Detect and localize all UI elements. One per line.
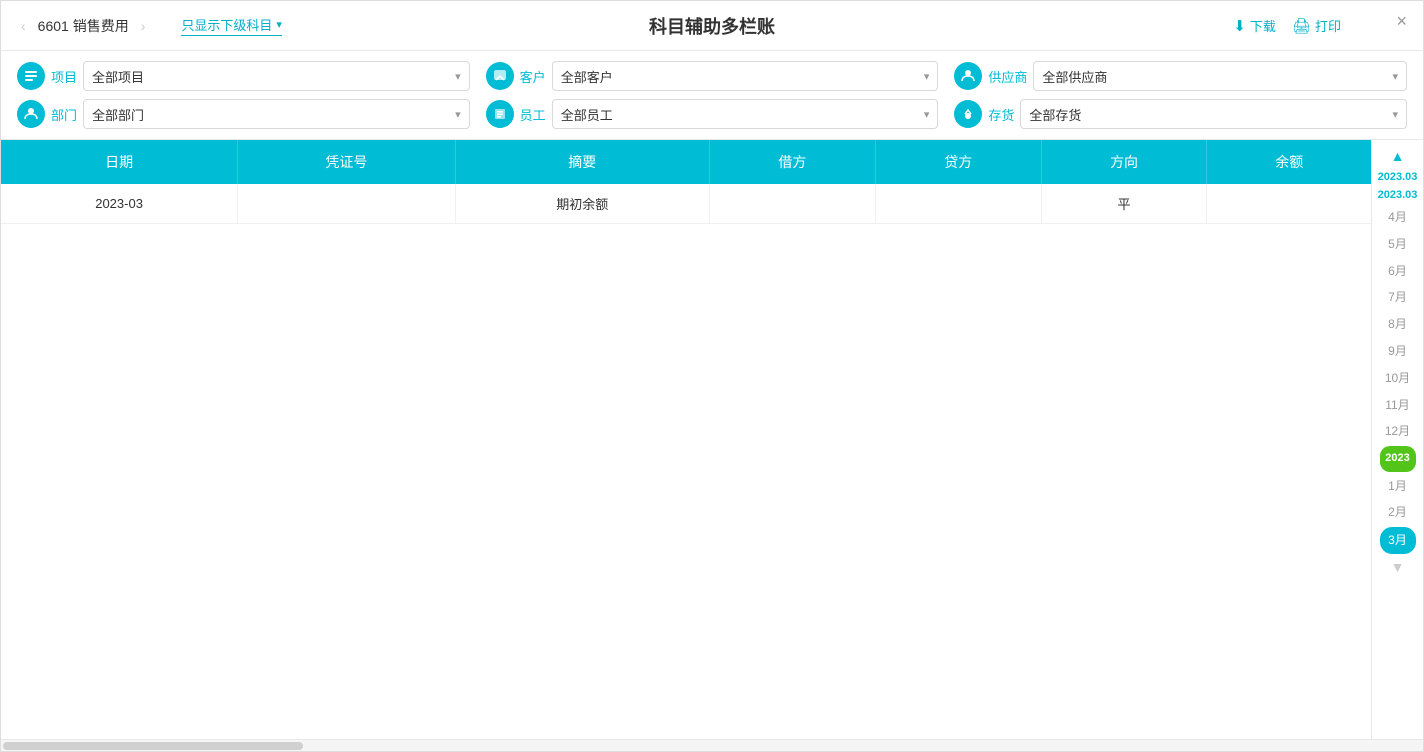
employee-value: 全部员工 — [561, 105, 613, 124]
filter-project: 项目 全部项目 ▾ — [17, 61, 470, 91]
timeline-up-arrow[interactable]: ▲ — [1387, 144, 1409, 168]
filter-supplier: 供应商 全部供应商 ▾ — [954, 61, 1407, 91]
project-arrow-icon: ▾ — [455, 70, 461, 83]
filter-row-2: 部门 全部部门 ▾ 员工 全部员工 ▾ — [17, 99, 1407, 129]
cell-direction: 平 — [1041, 184, 1207, 224]
table-header-row: 日期 凭证号 摘要 借方 贷方 方向 余额 — [1, 140, 1371, 184]
inventory-icon — [954, 100, 982, 128]
col-balance: 余额 — [1207, 140, 1371, 184]
download-button[interactable]: ⬇ 下载 — [1233, 16, 1276, 35]
col-date: 日期 — [1, 140, 238, 184]
cell-summary: 期初余额 — [455, 184, 709, 224]
filter-employee: 员工 全部员工 ▾ — [486, 99, 939, 129]
inventory-label: 存货 — [988, 105, 1014, 124]
department-label: 部门 — [51, 105, 77, 124]
timeline-month-2[interactable]: 2月 — [1372, 499, 1423, 526]
project-icon — [17, 62, 45, 90]
employee-icon — [486, 100, 514, 128]
col-direction: 方向 — [1041, 140, 1207, 184]
cell-voucher — [238, 184, 455, 224]
show-sub-arrow-icon: ▾ — [276, 18, 282, 31]
employee-label: 员工 — [520, 105, 546, 124]
customer-label: 客户 — [520, 67, 546, 86]
supplier-arrow-icon: ▾ — [1392, 70, 1398, 83]
employee-arrow-icon: ▾ — [924, 108, 930, 121]
employee-select[interactable]: 全部员工 ▾ — [552, 99, 939, 129]
department-value: 全部部门 — [92, 105, 144, 124]
col-credit: 贷方 — [875, 140, 1041, 184]
title-bar-right: ⬇ 下载 🖨 打印 × — [1233, 16, 1407, 35]
title-bar-left: ‹ 6601 销售费用 › 只显示下级科目 ▾ — [17, 15, 282, 36]
inventory-value: 全部存货 — [1029, 105, 1081, 124]
show-sub-button[interactable]: 只显示下级科目 ▾ — [181, 15, 282, 36]
download-label: 下载 — [1250, 16, 1276, 35]
print-icon: 🖨 — [1292, 17, 1311, 35]
timeline-period-1[interactable]: 2023.03 — [1372, 168, 1423, 186]
timeline-month-11[interactable]: 11月 — [1372, 392, 1423, 419]
filter-inventory: 存货 全部存货 ▾ — [954, 99, 1407, 129]
inventory-select[interactable]: 全部存货 ▾ — [1020, 99, 1407, 129]
col-debit: 借方 — [709, 140, 875, 184]
title-bar: ‹ 6601 销售费用 › 只显示下级科目 ▾ 科目辅助多栏账 ⬇ 下载 🖨 打… — [1, 1, 1423, 51]
project-value: 全部项目 — [92, 67, 144, 86]
show-sub-label: 只显示下级科目 — [181, 15, 272, 34]
cell-debit — [709, 184, 875, 224]
cell-credit — [875, 184, 1041, 224]
department-select[interactable]: 全部部门 ▾ — [83, 99, 470, 129]
timeline-month-5[interactable]: 5月 — [1372, 231, 1423, 258]
timeline-month-3[interactable]: 3月 — [1380, 527, 1416, 554]
department-icon — [17, 100, 45, 128]
timeline-month-1[interactable]: 1月 — [1372, 473, 1423, 500]
supplier-select[interactable]: 全部供应商 ▾ — [1033, 61, 1407, 91]
supplier-value: 全部供应商 — [1042, 67, 1107, 86]
supplier-label: 供应商 — [988, 67, 1027, 86]
download-icon: ⬇ — [1233, 17, 1246, 35]
scrollbar-thumb[interactable] — [3, 742, 303, 750]
timeline-period-2[interactable]: 2023.03 — [1372, 186, 1423, 204]
horizontal-scrollbar[interactable] — [1, 739, 1423, 751]
supplier-icon — [954, 62, 982, 90]
customer-value: 全部客户 — [561, 67, 613, 86]
timeline-month-8[interactable]: 8月 — [1372, 311, 1423, 338]
account-code: 6601 销售费用 — [38, 16, 129, 36]
table-area: 日期 凭证号 摘要 借方 贷方 方向 余额 2023-03 期初余额 平 — [1, 140, 1423, 739]
timeline-down-arrow[interactable]: ▼ — [1387, 555, 1409, 579]
table-row: 2023-03 期初余额 平 — [1, 184, 1371, 224]
filter-row-1: 项目 全部项目 ▾ 客户 全部客户 ▾ — [17, 61, 1407, 91]
filter-department: 部门 全部部门 ▾ — [17, 99, 470, 129]
timeline-month-12[interactable]: 12月 — [1372, 418, 1423, 445]
customer-select[interactable]: 全部客户 ▾ — [552, 61, 939, 91]
filter-customer: 客户 全部客户 ▾ — [486, 61, 939, 91]
print-button[interactable]: 🖨 打印 — [1292, 16, 1341, 35]
inventory-arrow-icon: ▾ — [1392, 108, 1398, 121]
project-select[interactable]: 全部项目 ▾ — [83, 61, 470, 91]
print-label: 打印 — [1315, 16, 1341, 35]
close-button[interactable]: × — [1396, 11, 1407, 32]
filter-area: 项目 全部项目 ▾ 客户 全部客户 ▾ — [1, 51, 1423, 140]
col-voucher: 凭证号 — [238, 140, 455, 184]
department-arrow-icon: ▾ — [455, 108, 461, 121]
cell-balance — [1207, 184, 1371, 224]
next-account-button[interactable]: › — [137, 16, 150, 36]
timeline-month-10[interactable]: 10月 — [1372, 365, 1423, 392]
ledger-table: 日期 凭证号 摘要 借方 贷方 方向 余额 2023-03 期初余额 平 — [1, 140, 1371, 224]
timeline-year-2023[interactable]: 2023 — [1380, 446, 1416, 471]
col-summary: 摘要 — [455, 140, 709, 184]
main-window: ‹ 6601 销售费用 › 只显示下级科目 ▾ 科目辅助多栏账 ⬇ 下载 🖨 打… — [0, 0, 1424, 752]
timeline-month-7[interactable]: 7月 — [1372, 284, 1423, 311]
page-title: 科目辅助多栏账 — [649, 13, 775, 39]
customer-icon — [486, 62, 514, 90]
timeline-month-9[interactable]: 9月 — [1372, 338, 1423, 365]
timeline-month-4[interactable]: 4月 — [1372, 204, 1423, 231]
timeline-month-6[interactable]: 6月 — [1372, 258, 1423, 285]
cell-date: 2023-03 — [1, 184, 238, 224]
prev-account-button[interactable]: ‹ — [17, 16, 30, 36]
project-label: 项目 — [51, 67, 77, 86]
timeline-sidebar: ▲ 2023.03 2023.03 4月 5月 6月 7月 8月 9月 10月 … — [1371, 140, 1423, 739]
customer-arrow-icon: ▾ — [924, 70, 930, 83]
